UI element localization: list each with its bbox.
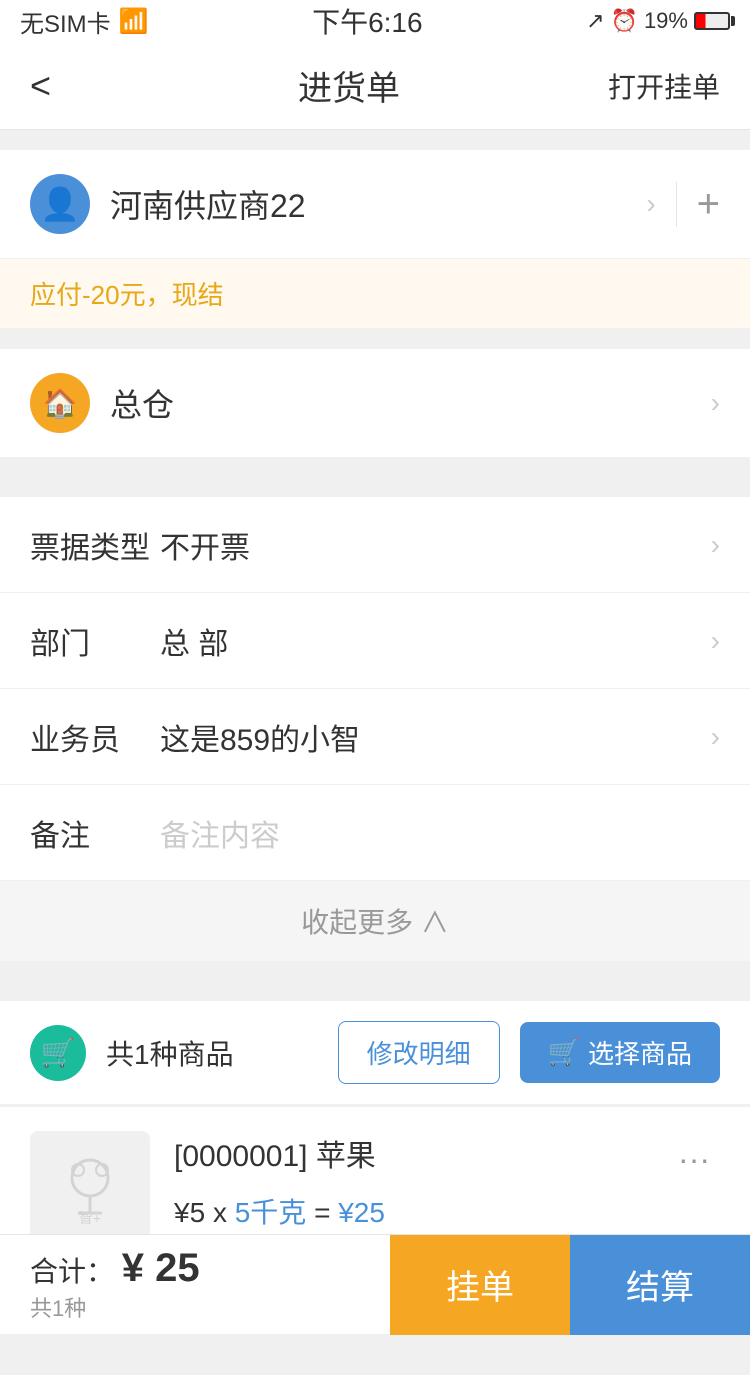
- sales-value: 这是859的小智: [150, 715, 711, 759]
- status-left: 无SIM卡 📶: [20, 4, 149, 39]
- section-gap-1: [0, 130, 750, 150]
- section-gap-2: [0, 328, 750, 348]
- warehouse-row[interactable]: 🏠 总仓 ›: [0, 348, 750, 457]
- hang-button[interactable]: 挂单: [390, 1235, 570, 1335]
- total-label: 合计：: [30, 1256, 114, 1287]
- sales-label: 业务员: [30, 715, 150, 759]
- products-count: 共1种商品: [106, 1033, 318, 1073]
- back-button[interactable]: <: [30, 65, 90, 107]
- total-amount: ¥ 25: [122, 1246, 200, 1290]
- open-pending-button[interactable]: 打开挂单: [608, 66, 720, 106]
- svg-text:智+: 智+: [79, 1210, 101, 1226]
- chevron-right-icon: ›: [711, 721, 720, 753]
- nav-bar: < 进货单 打开挂单: [0, 42, 750, 130]
- remark-label: 备注: [30, 811, 150, 855]
- alarm-icon: ⏰: [611, 8, 638, 34]
- collapse-button[interactable]: 收起更多 ∧: [0, 881, 750, 961]
- collapse-label: 收起更多 ∧: [301, 901, 449, 941]
- product-thumb-icon: 智+: [50, 1148, 130, 1235]
- chevron-right-icon: ›: [711, 529, 720, 561]
- add-icon[interactable]: +: [676, 182, 720, 227]
- product-more-button[interactable]: ···: [668, 1131, 720, 1188]
- invoice-label: 票据类型: [30, 523, 150, 567]
- checkout-button[interactable]: 结算: [570, 1235, 750, 1335]
- product-thumbnail: 智+: [30, 1131, 150, 1251]
- supplier-section: 👤 河南供应商22 › + 应付-20元，现结: [0, 150, 750, 328]
- location-icon: ↗: [586, 8, 604, 34]
- section-gap-3: [0, 477, 750, 497]
- cart-icon: 🛒: [41, 1036, 76, 1069]
- sales-row[interactable]: 业务员 这是859的小智 ›: [0, 689, 750, 785]
- remark-input[interactable]: 备注内容: [150, 811, 720, 855]
- time-label: 下午6:16: [312, 1, 423, 41]
- warehouse-name: 总仓: [110, 380, 711, 426]
- edit-details-button[interactable]: 修改明细: [338, 1021, 500, 1084]
- product-name: [0000001] 苹果: [174, 1131, 668, 1175]
- products-icon-wrap: 🛒: [30, 1025, 86, 1081]
- chevron-right-icon: ›: [711, 387, 720, 419]
- warehouse-section: 🏠 总仓 ›: [0, 348, 750, 457]
- product-info: [0000001] 苹果 ¥5 x 5千克 = ¥25: [174, 1131, 668, 1231]
- dept-label: 部门: [30, 619, 150, 663]
- section-gap-4: [0, 961, 750, 981]
- dept-row[interactable]: 部门 总 部 ›: [0, 593, 750, 689]
- select-icon: 🛒: [548, 1037, 580, 1068]
- chevron-right-icon: ›: [646, 188, 655, 220]
- chevron-right-icon: ›: [711, 625, 720, 657]
- invoice-row[interactable]: 票据类型 不开票 ›: [0, 497, 750, 593]
- battery-icon: [694, 12, 730, 30]
- page-title: 进货单: [298, 61, 400, 110]
- payment-notice: 应付-20元，现结: [0, 259, 750, 328]
- bottom-bar: 合计： ¥ 25 共1种 挂单 结算: [0, 1234, 750, 1334]
- form-section: 票据类型 不开票 › 部门 总 部 › 业务员 这是859的小智 › 备注 备注…: [0, 477, 750, 881]
- total-count: 共1种: [30, 1291, 360, 1323]
- supplier-name: 河南供应商22: [110, 181, 646, 227]
- supplier-row[interactable]: 👤 河南供应商22 › +: [0, 150, 750, 259]
- battery-percent: 19%: [644, 8, 688, 34]
- status-bar: 无SIM卡 📶 下午6:16 ↗ ⏰ 19%: [0, 0, 750, 42]
- status-right: ↗ ⏰ 19%: [586, 8, 730, 34]
- wifi-icon: 📶: [119, 7, 149, 36]
- total-section: 合计： ¥ 25 共1种: [0, 1246, 390, 1323]
- warehouse-icon-wrap: 🏠: [30, 373, 90, 433]
- invoice-value: 不开票: [150, 523, 711, 567]
- total-row: 合计： ¥ 25: [30, 1246, 360, 1291]
- warehouse-icon: 🏠: [43, 387, 78, 420]
- remark-row[interactable]: 备注 备注内容: [0, 785, 750, 881]
- dept-value: 总 部: [150, 619, 711, 663]
- avatar: 👤: [30, 174, 90, 234]
- product-price: ¥5 x 5千克 = ¥25: [174, 1191, 668, 1231]
- products-header: 🛒 共1种商品 修改明细 🛒 选择商品: [0, 1001, 750, 1104]
- select-product-button[interactable]: 🛒 选择商品: [520, 1022, 720, 1083]
- select-label: 选择商品: [588, 1034, 692, 1071]
- carrier-label: 无SIM卡: [20, 4, 111, 39]
- person-icon: 👤: [40, 185, 80, 223]
